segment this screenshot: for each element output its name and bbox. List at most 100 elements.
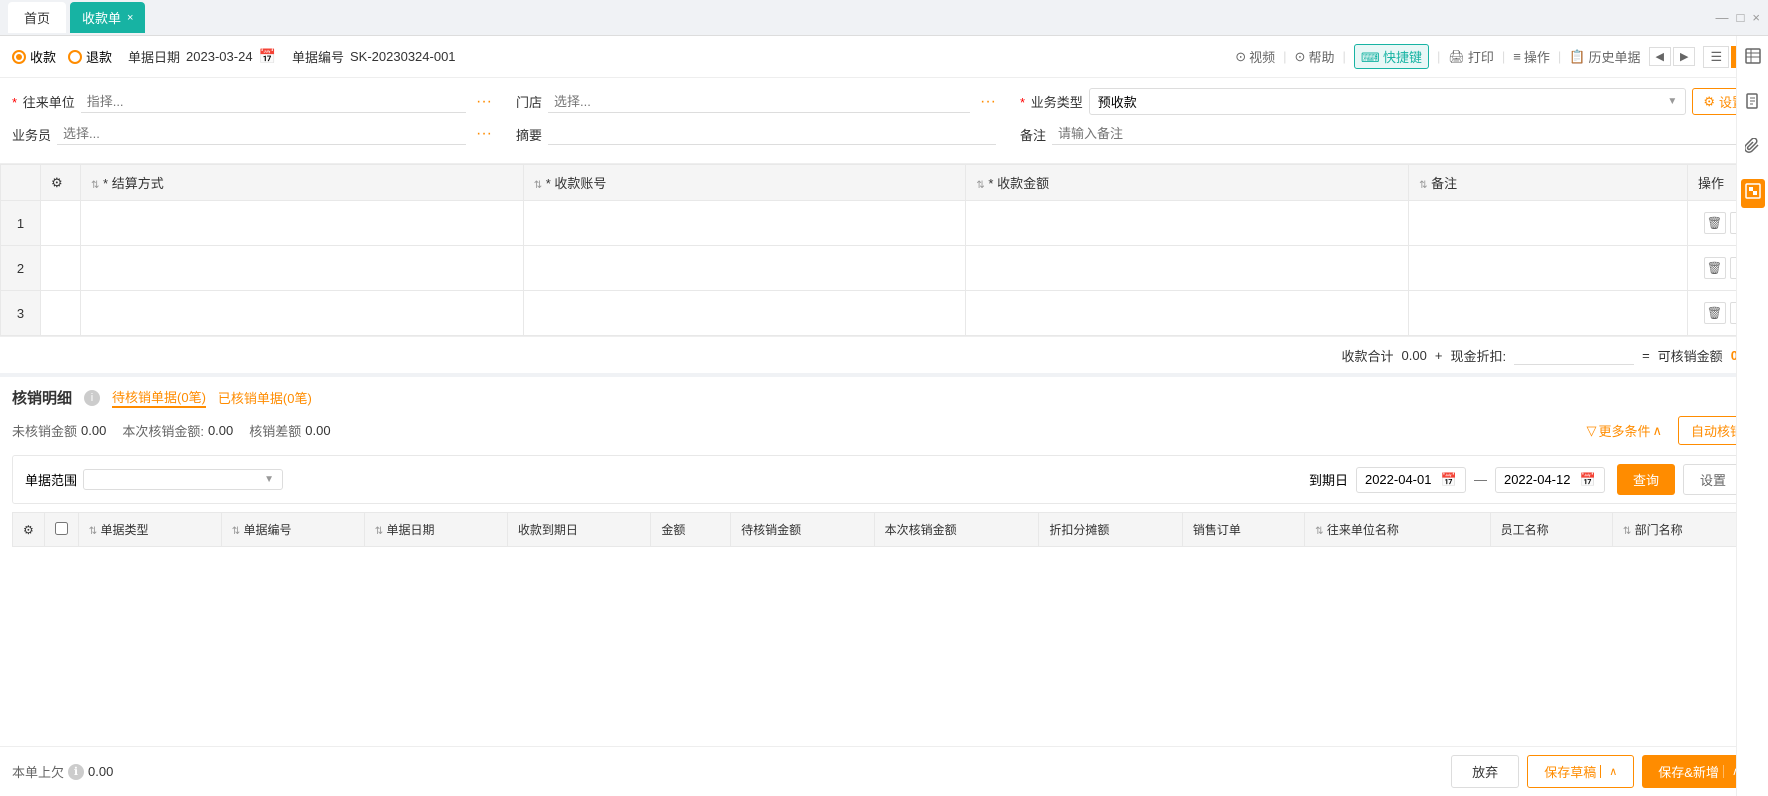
close-btn[interactable]: × xyxy=(1752,10,1760,25)
bottom-actions: 放弃 保存草稿 ∧ 保存&新增 ∧ xyxy=(1451,755,1756,788)
bottom-table-container: ⚙ ⇅ 单据类型 ⇅ 单据编号 ⇅ 单据日期 收款到期日 金额 xyxy=(12,512,1756,547)
row-settlement-1[interactable] xyxy=(81,201,524,246)
col-account-required: * xyxy=(546,176,551,191)
bottom-info-icon[interactable]: ℹ xyxy=(68,764,84,780)
delete-btn-3[interactable]: 🗑 xyxy=(1704,302,1726,324)
action-btn[interactable]: ≡ 操作 xyxy=(1513,47,1550,66)
staff-input[interactable] xyxy=(57,123,466,145)
print-btn[interactable]: 🖨 打印 xyxy=(1448,47,1494,66)
maximize-btn[interactable]: □ xyxy=(1737,10,1745,25)
receipt-type-group: 收款 退款 xyxy=(12,47,112,66)
sort-icon-1: ⇅ xyxy=(91,180,99,191)
number-value: SK-20230324-001 xyxy=(350,49,456,64)
store-input[interactable] xyxy=(548,91,970,113)
sort-icon-3: ⇅ xyxy=(976,180,984,191)
btcol-check[interactable] xyxy=(44,513,78,547)
print-icon: 🖨 xyxy=(1448,49,1465,65)
row-settlement-3[interactable] xyxy=(81,291,524,336)
discount-input[interactable] xyxy=(1514,345,1634,365)
delete-btn-2[interactable]: 🗑 xyxy=(1704,257,1726,279)
row-remark-3[interactable] xyxy=(1409,291,1688,336)
row-amount-2[interactable] xyxy=(966,246,1409,291)
minimize-btn[interactable]: — xyxy=(1716,10,1729,25)
summary-input[interactable] xyxy=(548,123,996,145)
shortcut-btn[interactable]: ⌨ 快捷键 xyxy=(1354,44,1429,69)
store-field: 门店 ··· xyxy=(516,91,996,113)
chevron-up-icon: ∧ xyxy=(1652,423,1662,439)
tab-current-label: 收款单 xyxy=(82,8,121,27)
row-amount-1[interactable] xyxy=(966,201,1409,246)
save-draft-arrow-icon[interactable]: ∧ xyxy=(1600,765,1617,778)
delete-btn-1[interactable]: 🗑 xyxy=(1704,212,1726,234)
number-label: 单据编号 xyxy=(292,47,344,66)
staff-more-icon[interactable]: ··· xyxy=(476,125,492,143)
radio-receipt[interactable]: 收款 xyxy=(12,47,56,66)
sidebar-attachment-icon[interactable] xyxy=(1741,134,1765,163)
filter-settings-btn[interactable]: 设置 xyxy=(1683,464,1743,495)
btcol-pending: 待核销金额 xyxy=(731,513,875,547)
writeoff-section: 核销明细 i 待核销单据(0笔) 已核销单据(0笔) 未核销金额 0.00 本次… xyxy=(0,373,1768,557)
list-view-btn[interactable]: ☰ xyxy=(1703,46,1729,68)
bottom-table: ⚙ ⇅ 单据类型 ⇅ 单据编号 ⇅ 单据日期 收款到期日 金额 xyxy=(12,512,1756,547)
divider3: | xyxy=(1437,49,1440,64)
col-settlement-label: * xyxy=(103,176,108,191)
sidebar-table-icon[interactable] xyxy=(1741,44,1765,73)
video-btn[interactable]: ⊙ 视频 xyxy=(1235,47,1275,66)
uncancelled-value: 0.00 xyxy=(81,423,106,438)
range-chevron-icon: ▼ xyxy=(264,474,274,485)
btcol-dept: ⇅ 部门名称 xyxy=(1612,513,1755,547)
store-more-icon[interactable]: ··· xyxy=(980,93,996,111)
partner-input[interactable] xyxy=(81,91,466,113)
date-value: 2023-03-24 xyxy=(186,49,253,64)
help-btn[interactable]: ⊙ 帮助 xyxy=(1295,47,1335,66)
net-label: 可核销金额 xyxy=(1658,346,1723,365)
prev-arrow[interactable]: ◀ xyxy=(1649,47,1671,66)
row-amount-3[interactable] xyxy=(966,291,1409,336)
more-conditions-btn[interactable]: ▽ 更多条件 ∧ xyxy=(1586,421,1662,440)
abandon-btn[interactable]: 放弃 xyxy=(1451,755,1519,788)
sidebar-screenshot-icon[interactable] xyxy=(1741,179,1765,208)
table-settings-icon[interactable]: ⚙ xyxy=(51,175,63,190)
next-arrow[interactable]: ▶ xyxy=(1673,47,1695,66)
partner-field: * 往来单位 ··· xyxy=(12,91,492,113)
save-draft-btn[interactable]: 保存草稿 ∧ xyxy=(1527,755,1634,788)
range-select[interactable]: ▼ xyxy=(83,469,283,490)
nav-arrows: ◀ ▶ xyxy=(1649,47,1696,66)
row-remark-1[interactable] xyxy=(1409,201,1688,246)
business-type-field: * 业务类型 预收款 ▼ ⚙ 设置 xyxy=(1020,88,1756,115)
sidebar-document-icon[interactable] xyxy=(1741,89,1765,118)
date-to-input[interactable]: 2022-04-12 📅 xyxy=(1495,467,1605,493)
writeoff-header: 核销明细 i 待核销单据(0笔) 已核销单据(0笔) xyxy=(12,387,1756,408)
writeoff-info-icon[interactable]: i xyxy=(84,390,100,406)
date-from-input[interactable]: 2022-04-01 📅 xyxy=(1356,467,1466,493)
btcol-sales-order: 销售订单 xyxy=(1182,513,1304,547)
col-settings-header[interactable]: ⚙ xyxy=(41,165,81,201)
stats-row: 未核销金额 0.00 本次核销金额: 0.00 核销差额 0.00 ▽ 更多条件… xyxy=(12,416,1756,445)
date-icon[interactable]: 📅 xyxy=(259,48,276,65)
table-row: 2 🗑 ⊞ xyxy=(1,246,1768,291)
btcol-settings[interactable]: ⚙ xyxy=(13,513,45,547)
calendar-icon-from: 📅 xyxy=(1441,472,1457,488)
row-account-3[interactable] xyxy=(523,291,966,336)
row-num-3: 3 xyxy=(1,291,41,336)
btcol-number: ⇅ 单据编号 xyxy=(221,513,364,547)
partner-more-icon[interactable]: ··· xyxy=(476,93,492,111)
business-type-select[interactable]: 预收款 ▼ xyxy=(1089,88,1687,115)
radio-refund[interactable]: 退款 xyxy=(68,47,112,66)
row-account-2[interactable] xyxy=(523,246,966,291)
tab-current[interactable]: 收款单 × xyxy=(70,2,145,33)
table-row: 1 🗑 ⊞ xyxy=(1,201,1768,246)
row-settlement-2[interactable] xyxy=(81,246,524,291)
query-btn[interactable]: 查询 xyxy=(1617,464,1675,495)
row-account-1[interactable] xyxy=(523,201,966,246)
history-btn[interactable]: 📋 历史单据 xyxy=(1569,47,1640,66)
pending-tab[interactable]: 待核销单据(0笔) xyxy=(112,387,206,408)
done-tab[interactable]: 已核销单据(0笔) xyxy=(218,388,312,407)
remark-input[interactable] xyxy=(1052,123,1756,145)
radio-refund-dot xyxy=(68,50,82,64)
tab-bar: 首页 收款单 × — □ × xyxy=(0,0,1768,36)
row-remark-2[interactable] xyxy=(1409,246,1688,291)
tab-home[interactable]: 首页 xyxy=(8,2,66,33)
select-all-checkbox[interactable] xyxy=(55,522,68,535)
tab-close-icon[interactable]: × xyxy=(127,12,133,24)
